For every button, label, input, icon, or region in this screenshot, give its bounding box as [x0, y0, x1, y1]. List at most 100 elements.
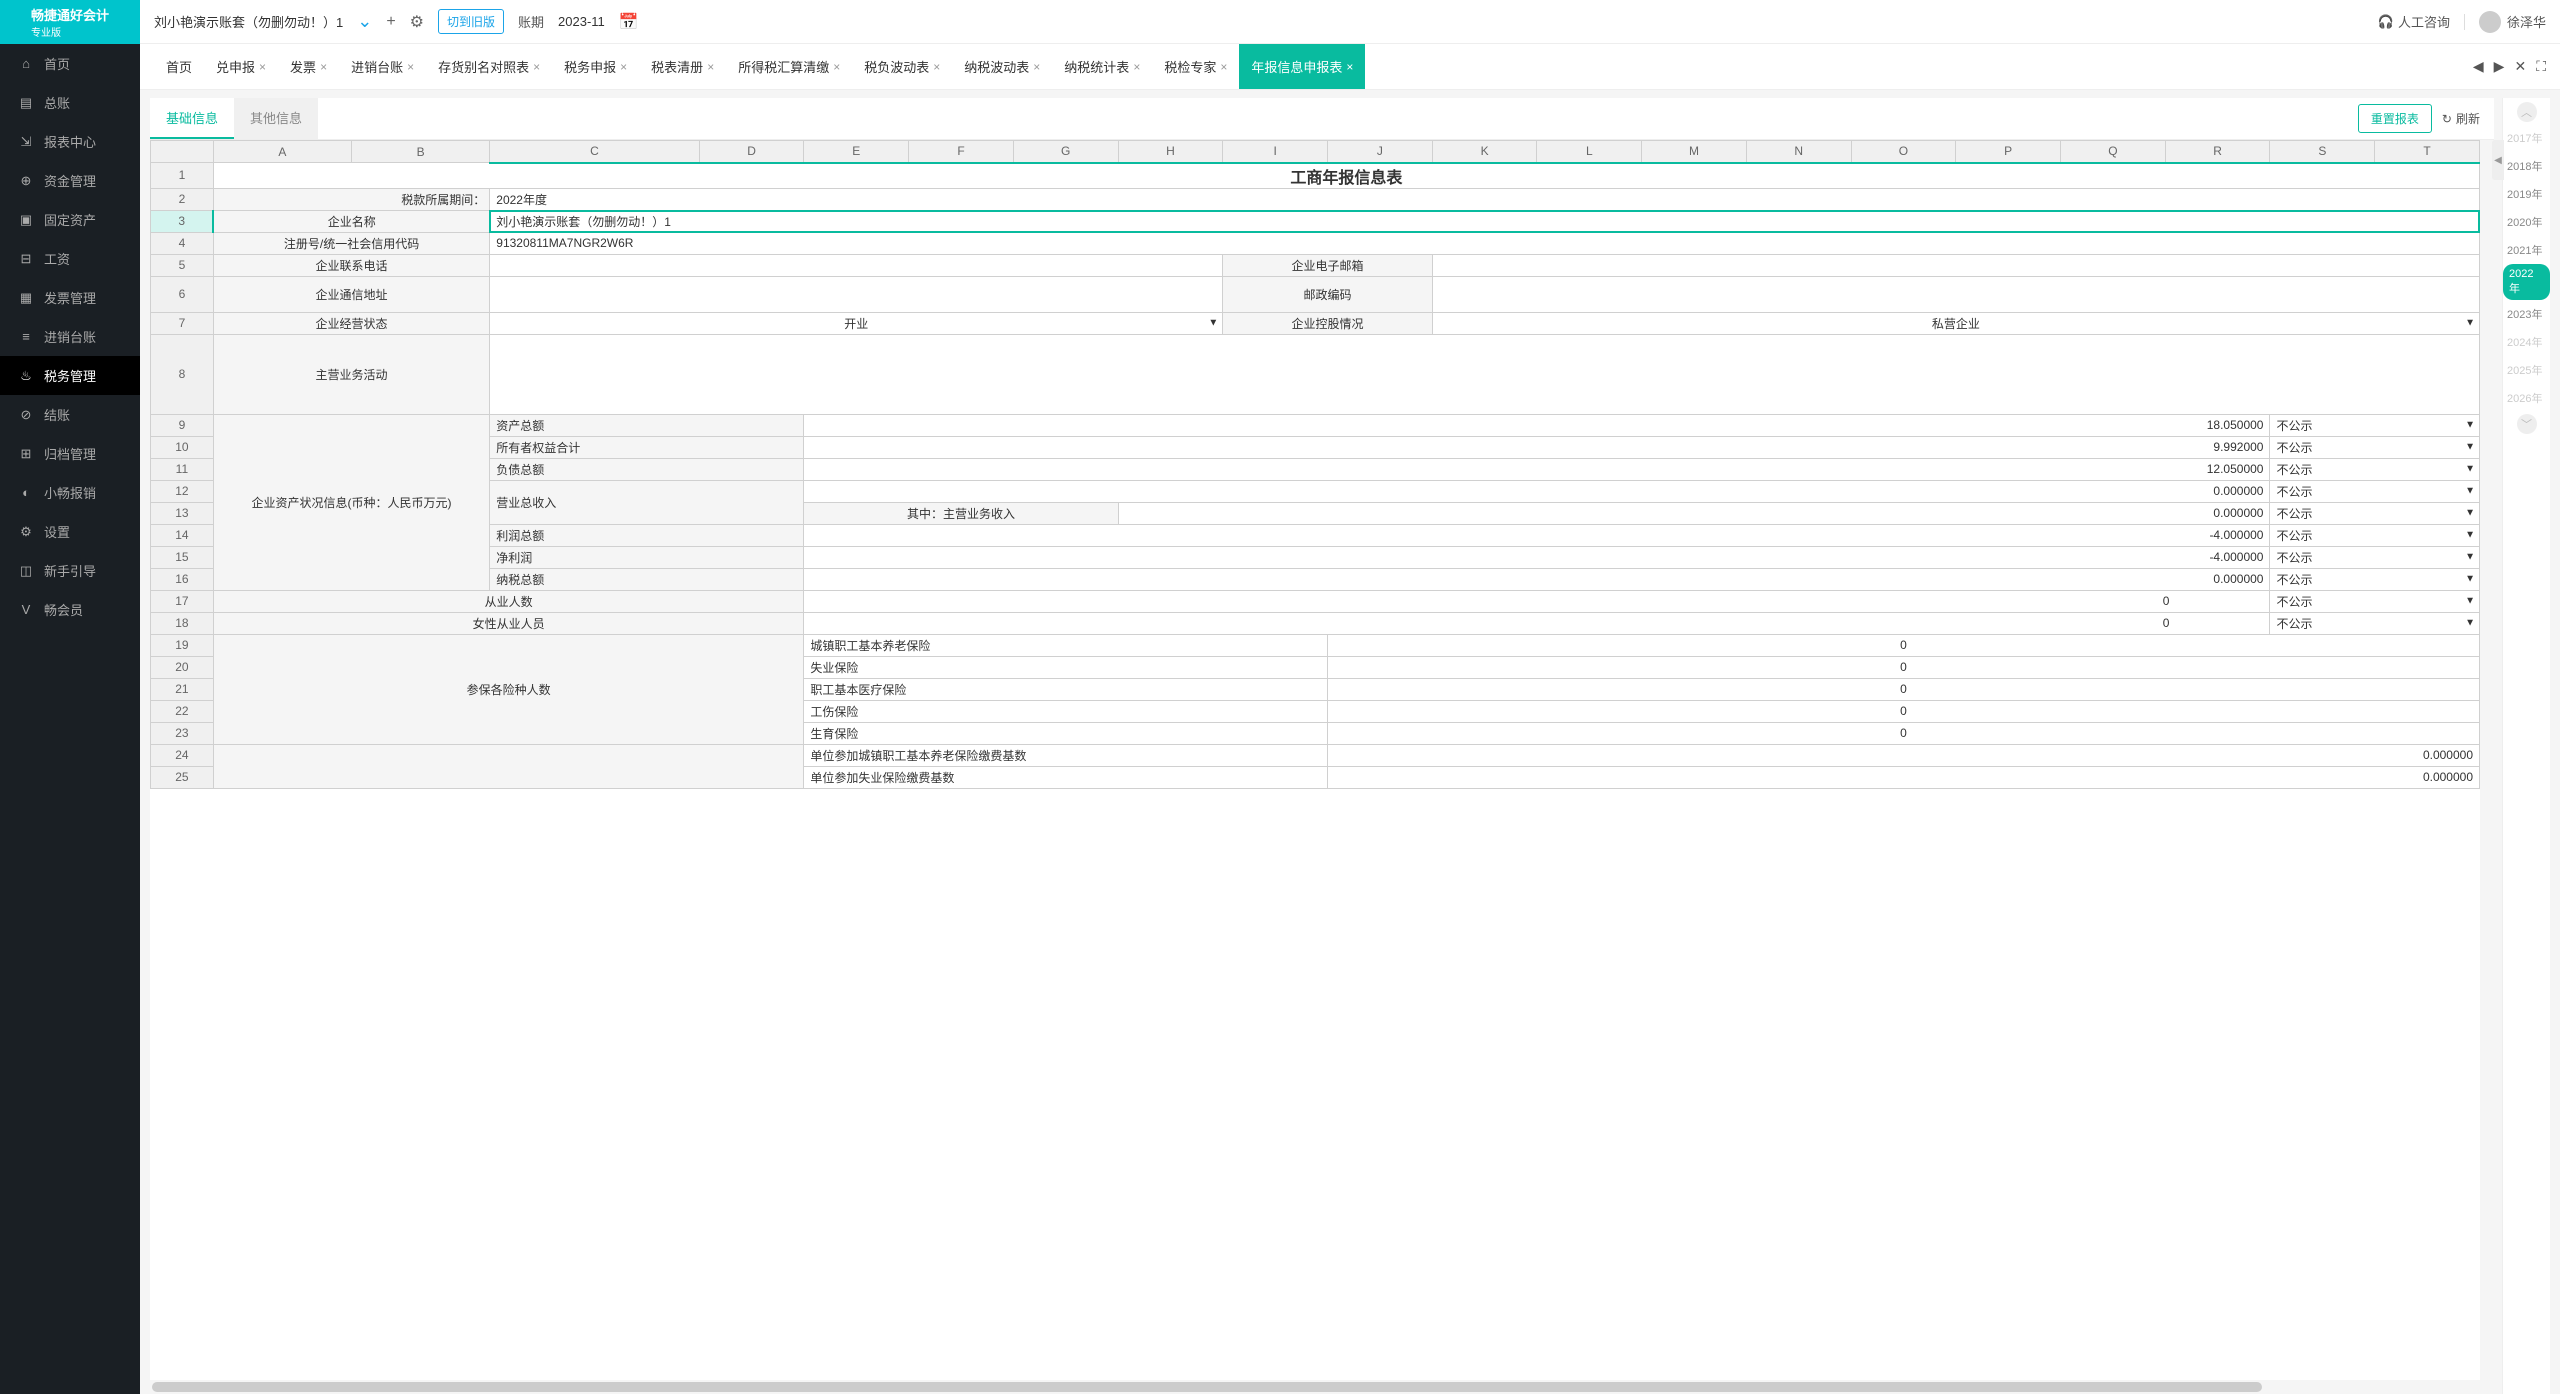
col-B[interactable]: B — [352, 141, 490, 163]
nav-item-1[interactable]: ▤总账 — [0, 83, 140, 122]
row-11[interactable]: 11 — [151, 458, 214, 480]
postal-value[interactable] — [1432, 276, 2479, 312]
tab-prev-icon[interactable]: ◀ — [2473, 58, 2484, 75]
col-T[interactable]: T — [2375, 141, 2480, 163]
row-18[interactable]: 18 — [151, 612, 214, 634]
year-2017年[interactable]: 2017年 — [2503, 124, 2550, 152]
close-icon[interactable]: × — [407, 60, 414, 74]
nav-item-13[interactable]: ◫新手引导 — [0, 551, 140, 590]
tab-8[interactable]: 税负波动表× — [852, 57, 952, 76]
close-icon[interactable]: × — [259, 60, 266, 74]
settings-icon[interactable]: ⚙ — [410, 12, 424, 32]
col-L[interactable]: L — [1537, 141, 1642, 163]
year-2026年[interactable]: 2026年 — [2503, 384, 2550, 412]
disclose-dropdown[interactable]: 不公示▼ — [2270, 590, 2480, 612]
tab-5[interactable]: 税务申报× — [552, 57, 639, 76]
disclose-dropdown[interactable]: 不公示▼ — [2270, 414, 2480, 436]
col-G[interactable]: G — [1013, 141, 1118, 163]
subtab-basic[interactable]: 基础信息 — [150, 98, 234, 139]
year-2018年[interactable]: 2018年 — [2503, 152, 2550, 180]
tab-1[interactable]: 兑申报× — [204, 57, 278, 76]
disclose-dropdown[interactable]: 不公示▼ — [2270, 436, 2480, 458]
col-C[interactable]: C — [490, 141, 699, 163]
disclose-dropdown[interactable]: 不公示▼ — [2270, 524, 2480, 546]
company-value[interactable]: 刘小艳演示账套（勿删勿动！）1 — [490, 210, 2480, 232]
close-icon[interactable]: × — [1346, 60, 1353, 74]
phone-value[interactable] — [490, 254, 1223, 276]
tab-0[interactable]: 首页 — [154, 57, 204, 76]
nav-item-12[interactable]: ⚙设置 — [0, 512, 140, 551]
account-dropdown-icon[interactable]: ⌄ — [357, 11, 372, 32]
col-D[interactable]: D — [699, 141, 804, 163]
email-value[interactable] — [1432, 254, 2479, 276]
year-2024年[interactable]: 2024年 — [2503, 328, 2550, 356]
addr-value[interactable] — [490, 276, 1223, 312]
row-14[interactable]: 14 — [151, 524, 214, 546]
horizontal-scrollbar[interactable] — [150, 1380, 2494, 1394]
disclose-dropdown[interactable]: 不公示▼ — [2270, 458, 2480, 480]
row-5[interactable]: 5 — [151, 254, 214, 276]
row-25[interactable]: 25 — [151, 766, 214, 788]
row-13[interactable]: 13 — [151, 502, 214, 524]
row-6[interactable]: 6 — [151, 276, 214, 312]
nav-item-7[interactable]: ≡进销台账 — [0, 317, 140, 356]
corner-cell[interactable] — [151, 141, 214, 163]
reset-report-button[interactable]: 重置报表 — [2358, 104, 2432, 133]
nav-item-4[interactable]: ▣固定资产 — [0, 200, 140, 239]
nav-item-3[interactable]: ⊕资金管理 — [0, 161, 140, 200]
year-2025年[interactable]: 2025年 — [2503, 356, 2550, 384]
col-I[interactable]: I — [1223, 141, 1328, 163]
row-10[interactable]: 10 — [151, 436, 214, 458]
nav-item-14[interactable]: V畅会员 — [0, 590, 140, 629]
asset-row-value[interactable]: 18.050000 — [804, 414, 2270, 436]
disclose-dropdown[interactable]: 不公示▼ — [2270, 502, 2480, 524]
nav-item-8[interactable]: ♨税务管理 — [0, 356, 140, 395]
nav-item-9[interactable]: ⊘结账 — [0, 395, 140, 434]
consult-button[interactable]: 🎧 人工咨询 — [2378, 12, 2450, 31]
vertical-scrollbar[interactable] — [2480, 140, 2494, 1380]
nav-item-0[interactable]: ⌂首页 — [0, 44, 140, 83]
row-4[interactable]: 4 — [151, 232, 214, 254]
refresh-button[interactable]: ↻ 刷新 — [2442, 110, 2480, 127]
row-8[interactable]: 8 — [151, 334, 214, 414]
row-20[interactable]: 20 — [151, 656, 214, 678]
fullscreen-icon[interactable]: ⛶ — [2536, 58, 2546, 75]
year-2019年[interactable]: 2019年 — [2503, 180, 2550, 208]
col-R[interactable]: R — [2165, 141, 2270, 163]
year-2021年[interactable]: 2021年 — [2503, 236, 2550, 264]
year-down-icon[interactable]: ﹀ — [2517, 414, 2537, 434]
user-menu[interactable]: 徐泽华 — [2479, 11, 2546, 33]
tab-9[interactable]: 纳税波动表× — [952, 57, 1052, 76]
close-icon[interactable]: × — [1033, 60, 1040, 74]
disclose-dropdown[interactable]: 不公示▼ — [2270, 612, 2480, 634]
close-icon[interactable]: × — [533, 60, 540, 74]
row-16[interactable]: 16 — [151, 568, 214, 590]
col-O[interactable]: O — [1851, 141, 1956, 163]
col-H[interactable]: H — [1118, 141, 1223, 163]
nav-item-2[interactable]: ⇲报表中心 — [0, 122, 140, 161]
period-value[interactable]: 2023-11 — [558, 14, 605, 29]
nav-item-5[interactable]: ⊟工资 — [0, 239, 140, 278]
row-24[interactable]: 24 — [151, 744, 214, 766]
close-icon[interactable]: × — [1133, 60, 1140, 74]
row-12[interactable]: 12 — [151, 480, 214, 502]
subtab-other[interactable]: 其他信息 — [234, 98, 318, 139]
row-9[interactable]: 9 — [151, 414, 214, 436]
col-F[interactable]: F — [909, 141, 1014, 163]
switch-old-button[interactable]: 切到旧版 — [438, 9, 504, 34]
holding-value[interactable]: 私营企业▼ — [1432, 312, 2479, 334]
col-M[interactable]: M — [1642, 141, 1747, 163]
row-22[interactable]: 22 — [151, 700, 214, 722]
nav-item-11[interactable]: ◐小畅报销 — [0, 473, 140, 512]
year-2020年[interactable]: 2020年 — [2503, 208, 2550, 236]
tab-2[interactable]: 发票× — [278, 57, 339, 76]
status-value[interactable]: 开业▼ — [490, 312, 1223, 334]
tab-7[interactable]: 所得税汇算清缴× — [726, 57, 852, 76]
year-2023年[interactable]: 2023年 — [2503, 300, 2550, 328]
disclose-dropdown[interactable]: 不公示▼ — [2270, 546, 2480, 568]
col-A[interactable]: A — [213, 141, 351, 163]
tab-12[interactable]: 年报信息申报表× — [1239, 44, 1365, 89]
nav-item-6[interactable]: ▦发票管理 — [0, 278, 140, 317]
tab-3[interactable]: 进销台账× — [339, 57, 426, 76]
close-icon[interactable]: × — [620, 60, 627, 74]
